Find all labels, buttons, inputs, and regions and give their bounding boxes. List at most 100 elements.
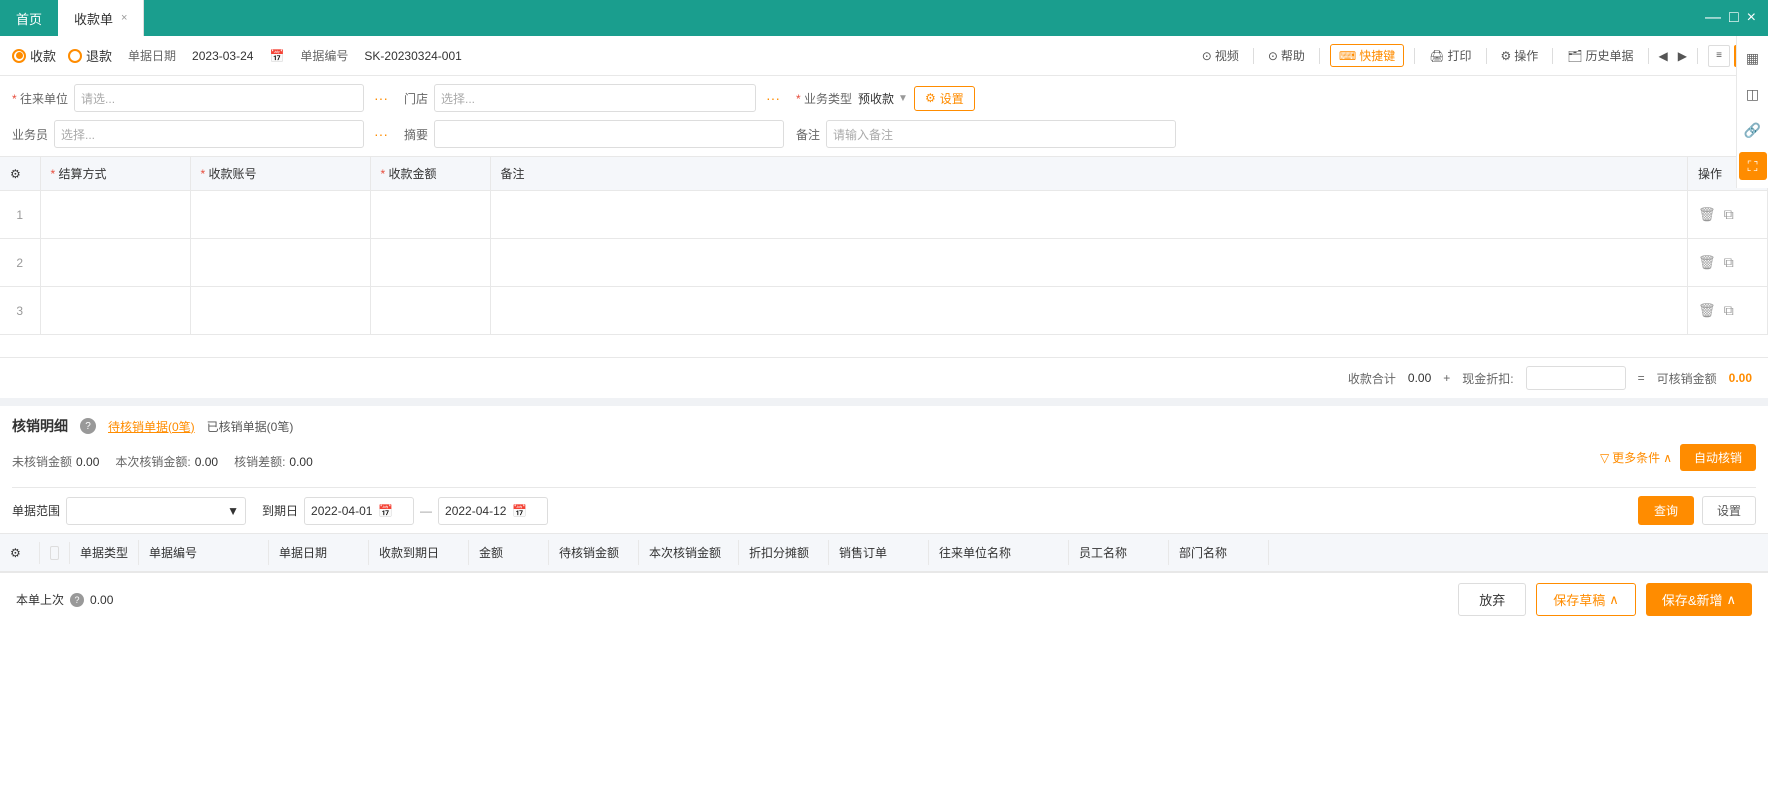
- radio-shou[interactable]: 收款: [12, 46, 56, 65]
- sidebar-icon-3[interactable]: 🔗: [1739, 116, 1767, 144]
- nav-next-icon[interactable]: ▶: [1678, 49, 1687, 63]
- row-1-settlement[interactable]: [40, 191, 190, 239]
- shortcut-label: 快捷键: [1359, 47, 1395, 64]
- divider2: [1319, 48, 1320, 64]
- date-label: 单据日期: [128, 47, 176, 64]
- nav-tab[interactable]: 收款单 ×: [58, 0, 144, 36]
- print-icon: 🖨: [1429, 49, 1444, 63]
- reconcile-info-icon[interactable]: ?: [80, 418, 96, 434]
- row-3-settlement[interactable]: [40, 287, 190, 335]
- bottom-bar-info-icon[interactable]: ?: [70, 593, 84, 607]
- radio-tui[interactable]: 退款: [68, 46, 112, 65]
- row-1-delete-icon[interactable]: 🗑: [1698, 206, 1716, 223]
- operation-btn[interactable]: ⚙ 操作: [1497, 45, 1543, 66]
- row-2-settlement[interactable]: [40, 239, 190, 287]
- nav-prev-icon[interactable]: ◀: [1659, 49, 1668, 63]
- discount-input[interactable]: [1526, 366, 1626, 390]
- window-min-btn[interactable]: —: [1705, 9, 1721, 27]
- divider7: [1697, 48, 1698, 64]
- remark-label: 备注: [796, 126, 820, 143]
- date-from-value: 2022-04-01: [311, 504, 372, 518]
- select-all-checkbox[interactable]: [50, 546, 59, 560]
- history-btn[interactable]: 🗂 历史单据: [1563, 45, 1637, 66]
- calendar-from-icon[interactable]: 📅: [378, 504, 393, 518]
- history-label: 历史单据: [1586, 47, 1634, 64]
- row-3-copy-icon[interactable]: ⧉: [1724, 302, 1734, 319]
- row-2-remark[interactable]: [490, 239, 1688, 287]
- form-row-2: 业务员 选择... ··· 摘要 备注 请输入备注: [12, 120, 1756, 148]
- row-2-delete-icon[interactable]: 🗑: [1698, 254, 1716, 271]
- range-select[interactable]: ▼: [66, 497, 246, 525]
- row-3-remark[interactable]: [490, 287, 1688, 335]
- abandon-btn[interactable]: 放弃: [1458, 583, 1526, 616]
- row-num-1: 1: [0, 191, 40, 239]
- save-new-btn[interactable]: 保存&新增 ∧: [1646, 583, 1752, 616]
- auto-reconcile-btn[interactable]: 自动核销: [1680, 444, 1756, 471]
- row-2-action: 🗑 ⧉: [1688, 239, 1768, 287]
- row-1-remark[interactable]: [490, 191, 1688, 239]
- filter-right: 查询 设置: [1638, 496, 1756, 525]
- calendar-icon[interactable]: 📅: [269, 49, 284, 63]
- staff-input[interactable]: 选择...: [54, 120, 364, 148]
- staff-more-btn[interactable]: ···: [370, 126, 392, 142]
- print-btn[interactable]: 🖨 打印: [1425, 45, 1475, 66]
- right-sidebar: ▦ ◫ 🔗 ⛶: [1736, 36, 1768, 188]
- sidebar-icon-1[interactable]: ▦: [1739, 44, 1767, 72]
- video-btn[interactable]: ⊙ 视频: [1198, 45, 1243, 66]
- row-3-account[interactable]: [190, 287, 370, 335]
- bottom-th-settings[interactable]: ⚙: [0, 542, 40, 564]
- save-draft-btn[interactable]: 保存草稿 ∧: [1536, 583, 1636, 616]
- current-label: 本次核销金额:: [115, 453, 190, 470]
- window-max-btn[interactable]: □: [1729, 9, 1739, 27]
- number-label: 单据编号: [300, 47, 348, 64]
- row-3-amount[interactable]: [370, 287, 490, 335]
- top-nav-right: — □ ×: [1705, 9, 1768, 27]
- sidebar-icon-4[interactable]: ⛶: [1739, 152, 1767, 180]
- nav-tab-close[interactable]: ×: [121, 12, 127, 24]
- date-from-input[interactable]: 2022-04-01 📅: [304, 497, 414, 525]
- th-remark: 备注: [490, 157, 1688, 191]
- tab-pending[interactable]: 待核销单据(0笔): [108, 418, 195, 435]
- row-2-account[interactable]: [190, 239, 370, 287]
- shortcut-btn[interactable]: ⌨ 快捷键: [1330, 44, 1404, 67]
- date-to-input[interactable]: 2022-04-12 📅: [438, 497, 548, 525]
- row-2-amount[interactable]: [370, 239, 490, 287]
- business-type-select[interactable]: 预收款 ▼: [858, 90, 908, 107]
- settings-btn[interactable]: ⚙ 设置: [914, 86, 975, 111]
- layout-list-icon[interactable]: ≡: [1708, 45, 1730, 67]
- more-conditions-btn[interactable]: ▽ 更多条件 ∧: [1600, 449, 1672, 466]
- row-1-account[interactable]: [190, 191, 370, 239]
- reconcile-stats: 未核销金额 0.00 本次核销金额: 0.00 核销差额: 0.00 ▽ 更多条…: [12, 444, 1756, 479]
- th-settings[interactable]: ⚙: [0, 157, 40, 191]
- business-type-field: 业务类型 预收款 ▼ ⚙ 设置: [796, 86, 1136, 111]
- partner-more-btn[interactable]: ···: [370, 90, 392, 106]
- summary-input[interactable]: [434, 120, 784, 148]
- main-container: 收款 退款 单据日期 2023-03-24 📅 单据编号 SK-20230324…: [0, 36, 1768, 796]
- window-close-btn[interactable]: ×: [1747, 9, 1756, 27]
- required-star3: *: [381, 167, 386, 181]
- help-btn[interactable]: ⊙ 帮助: [1264, 45, 1309, 66]
- sidebar-icon-2[interactable]: ◫: [1739, 80, 1767, 108]
- row-1-amount[interactable]: [370, 191, 490, 239]
- reconcile-actions: ▽ 更多条件 ∧ 自动核销: [1600, 444, 1756, 471]
- form-row-1: 往来单位 请选... ··· 门店 选择... ··· 业务类型 预收款 ▼: [12, 84, 1756, 112]
- partner-input[interactable]: 请选...: [74, 84, 364, 112]
- bottom-th-checkbox: [40, 542, 70, 564]
- query-btn[interactable]: 查询: [1638, 496, 1694, 525]
- tab-done[interactable]: 已核销单据(0笔): [207, 418, 294, 435]
- row-3-delete-icon[interactable]: 🗑: [1698, 302, 1716, 319]
- row-2-copy-icon[interactable]: ⧉: [1724, 254, 1734, 271]
- row-1-copy-icon[interactable]: ⧉: [1724, 206, 1734, 223]
- total-value: 0.00: [1408, 371, 1431, 385]
- th-account: * 收款账号: [190, 157, 370, 191]
- divider3: [1414, 48, 1415, 64]
- radio-shou-label: 收款: [30, 46, 56, 65]
- store-input[interactable]: 选择...: [434, 84, 756, 112]
- bottom-th-partner: 往来单位名称: [929, 540, 1069, 565]
- nav-home[interactable]: 首页: [0, 0, 58, 36]
- uncancelled-label: 未核销金额: [12, 453, 72, 470]
- calendar-to-icon[interactable]: 📅: [512, 504, 527, 518]
- store-more-btn[interactable]: ···: [762, 90, 784, 106]
- filter-settings-btn[interactable]: 设置: [1702, 496, 1756, 525]
- remark-input[interactable]: 请输入备注: [826, 120, 1176, 148]
